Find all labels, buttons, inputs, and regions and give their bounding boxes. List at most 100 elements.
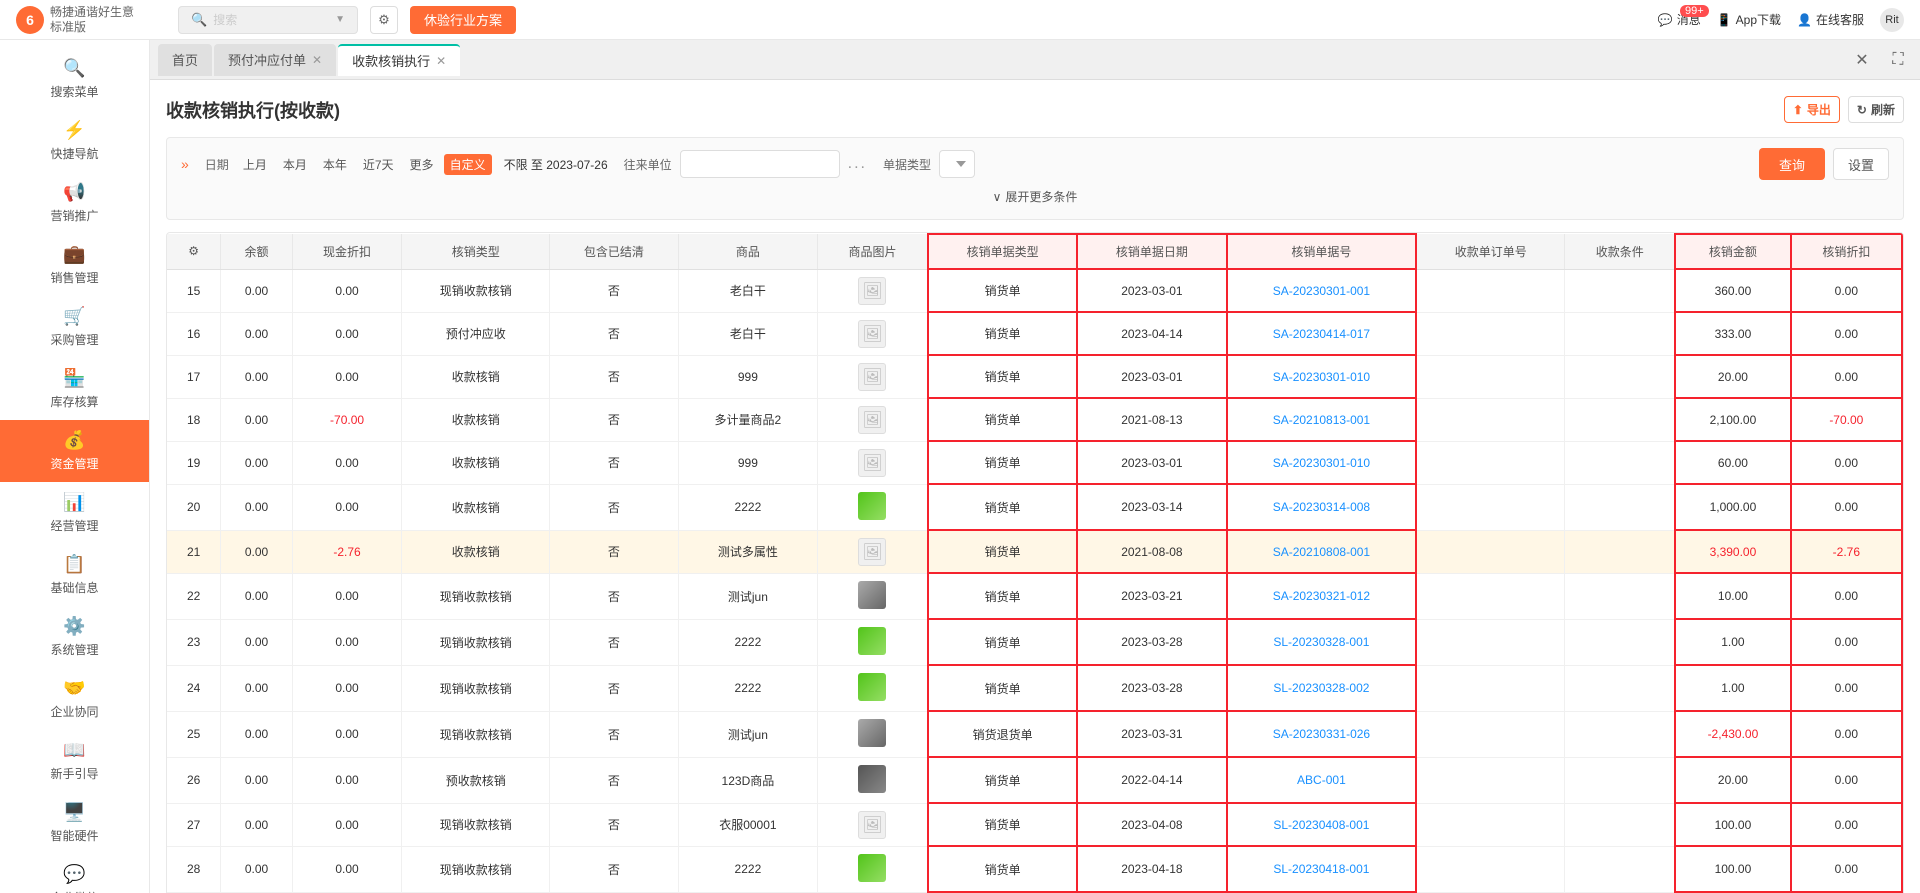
- tab-home[interactable]: 首页: [158, 44, 212, 76]
- industry-button[interactable]: 休验行业方案: [410, 6, 516, 34]
- cancel-bill-type-cell: 销货单: [928, 846, 1077, 892]
- sidebar-item-system[interactable]: ⚙️ 系统管理: [0, 606, 149, 668]
- cancel-bill-date-cell: 2023-03-01: [1077, 355, 1226, 398]
- goods-img-cell: [818, 665, 928, 711]
- sidebar-item-collab[interactable]: 🤝 企业协同: [0, 668, 149, 730]
- notifications-button[interactable]: 💬 消息 99+: [1658, 11, 1701, 28]
- receipt-order-cell: [1416, 757, 1565, 803]
- receipt-condition-cell: [1565, 573, 1675, 619]
- receipt-condition-cell: [1565, 398, 1675, 441]
- cancel-bill-type-cell: 销货单: [928, 441, 1077, 484]
- cancel-bill-no-link[interactable]: SL-20230408-001: [1273, 818, 1369, 832]
- cancel-bill-no-link[interactable]: SL-20230418-001: [1273, 862, 1369, 876]
- receipt-order-cell: [1416, 846, 1565, 892]
- sidebar-item-inventory[interactable]: 🏪 库存核算: [0, 358, 149, 420]
- receipt-condition-cell: [1565, 484, 1675, 530]
- sidebar-item-sales[interactable]: 💼 销售管理: [0, 234, 149, 296]
- cancel-bill-type-cell: 销货单: [928, 269, 1077, 312]
- date-btn-last-month[interactable]: 上月: [237, 154, 273, 175]
- sidebar-item-quick-nav[interactable]: ⚡ 快捷导航: [0, 110, 149, 172]
- date-btn-more[interactable]: 更多: [404, 154, 440, 175]
- cancel-amount-cell: 10.00: [1675, 573, 1791, 619]
- sidebar-item-operations[interactable]: 📊 经营管理: [0, 482, 149, 544]
- tab-prepay[interactable]: 预付冲应付单 ✕: [214, 44, 336, 76]
- cancel-amount-cell: -2,430.00: [1675, 711, 1791, 757]
- cancel-type-cell: 收款核销: [402, 398, 550, 441]
- user-avatar[interactable]: Rit: [1880, 8, 1904, 32]
- cancel-bill-no-cell: SA-20230301-010: [1227, 355, 1417, 398]
- cancel-discount-cell: 0.00: [1791, 665, 1902, 711]
- cancel-bill-no-link[interactable]: SA-20230321-012: [1273, 589, 1370, 603]
- date-btn-custom[interactable]: 自定义: [444, 154, 492, 175]
- export-button[interactable]: ⬆ 导出: [1784, 96, 1840, 123]
- goods-image-thumbnail: [858, 627, 886, 655]
- counterpart-input[interactable]: [680, 150, 840, 178]
- cancel-bill-no-link[interactable]: SA-20210813-001: [1273, 413, 1370, 427]
- bill-type-select[interactable]: [939, 150, 975, 178]
- cash-discount-cell: 0.00: [292, 484, 402, 530]
- cancel-bill-date-cell: 2021-08-08: [1077, 530, 1226, 573]
- cash-discount-cell: 0.00: [292, 711, 402, 757]
- cancel-bill-no-link[interactable]: SA-20230331-026: [1273, 727, 1370, 741]
- balance-cell: 0.00: [221, 269, 292, 312]
- balance-cell: 0.00: [221, 665, 292, 711]
- refresh-button[interactable]: ↻ 刷新: [1848, 96, 1904, 123]
- date-btn-this-month[interactable]: 本月: [277, 154, 313, 175]
- filter-collapse-icon[interactable]: »: [181, 156, 189, 172]
- maximize-icon[interactable]: ⛶: [1884, 46, 1912, 74]
- filter-row: » 日期 上月 本月 本年 近7天 更多 自定义 不限 至 2023-07-26: [181, 148, 1889, 180]
- cancel-bill-type-cell: 销货单: [928, 312, 1077, 355]
- receipt-order-cell: [1416, 711, 1565, 757]
- cancel-amount-cell: 3,390.00: [1675, 530, 1791, 573]
- expand-more-button[interactable]: ∨ 展开更多条件: [993, 188, 1078, 205]
- sidebar-item-search[interactable]: 🔍 搜索菜单: [0, 48, 149, 110]
- close-window-icon[interactable]: ✕: [1848, 46, 1876, 74]
- cancel-bill-no-link[interactable]: SA-20230301-010: [1273, 370, 1370, 384]
- cancel-amount-cell: 100.00: [1675, 803, 1791, 846]
- table-row: 220.000.00现销收款核销否测试jun销货单2023-03-21SA-20…: [167, 573, 1902, 619]
- cancel-bill-no-link[interactable]: SA-20210808-001: [1273, 545, 1370, 559]
- goods-cell: 2222: [678, 619, 817, 665]
- table-settings-button[interactable]: 设置: [1833, 148, 1889, 180]
- date-btn-this-year[interactable]: 本年: [317, 154, 353, 175]
- sidebar-item-guide[interactable]: 📖 新手引导: [0, 730, 149, 792]
- sidebar-item-finance[interactable]: 💰 资金管理: [0, 420, 149, 482]
- cancel-bill-no-link[interactable]: SA-20230301-001: [1273, 284, 1370, 298]
- guide-icon: 📖: [63, 740, 85, 761]
- cancel-discount-cell: 0.00: [1791, 757, 1902, 803]
- goods-img-cell: 🖼: [818, 312, 928, 355]
- inventory-icon: 🏪: [63, 368, 85, 389]
- settled-cell: 否: [550, 846, 679, 892]
- receipt-order-cell: [1416, 803, 1565, 846]
- sidebar-item-hardware[interactable]: 🖥️ 智能硬件: [0, 792, 149, 854]
- cancel-bill-no-link[interactable]: SA-20230414-017: [1273, 327, 1370, 341]
- balance-cell: 0.00: [221, 441, 292, 484]
- cancel-type-cell: 预付冲应收: [402, 312, 550, 355]
- export-icon: ⬆: [1793, 103, 1803, 117]
- goods-img-cell: 🖼: [818, 803, 928, 846]
- cancel-bill-no-link[interactable]: SL-20230328-001: [1273, 635, 1369, 649]
- cancel-bill-no-link[interactable]: SA-20230314-008: [1273, 500, 1370, 514]
- sidebar-item-marketing[interactable]: 📢 营销推广: [0, 172, 149, 234]
- global-search[interactable]: 🔍 搜索 ▼: [178, 6, 358, 34]
- settled-cell: 否: [550, 803, 679, 846]
- online-service-button[interactable]: 👤 在线客服: [1797, 11, 1864, 28]
- tab-collection-close-icon[interactable]: ✕: [436, 54, 446, 68]
- sidebar-item-purchase[interactable]: 🛒 采购管理: [0, 296, 149, 358]
- settings-icon[interactable]: ⚙: [370, 6, 398, 34]
- tab-prepay-close-icon[interactable]: ✕: [312, 53, 322, 67]
- cancel-bill-date-cell: 2023-04-14: [1077, 312, 1226, 355]
- row-number: 17: [167, 355, 221, 398]
- receipt-condition-cell: [1565, 269, 1675, 312]
- cancel-bill-no-link[interactable]: SL-20230328-002: [1273, 681, 1369, 695]
- query-button[interactable]: 查询: [1759, 148, 1825, 180]
- cancel-bill-no-link[interactable]: SA-20230301-010: [1273, 456, 1370, 470]
- sidebar-item-basic-info[interactable]: 📋 基础信息: [0, 544, 149, 606]
- goods-cell: 衣服00001: [678, 803, 817, 846]
- cancel-bill-no-link[interactable]: ABC-001: [1297, 773, 1346, 787]
- sidebar-item-wechat[interactable]: 💬 企业微信: [0, 854, 149, 893]
- tab-collection[interactable]: 收款核销执行 ✕: [338, 44, 460, 76]
- app-download-button[interactable]: 📱 App下载: [1717, 11, 1781, 28]
- date-btn-7days[interactable]: 近7天: [357, 154, 400, 175]
- cancel-discount-cell: -2.76: [1791, 530, 1902, 573]
